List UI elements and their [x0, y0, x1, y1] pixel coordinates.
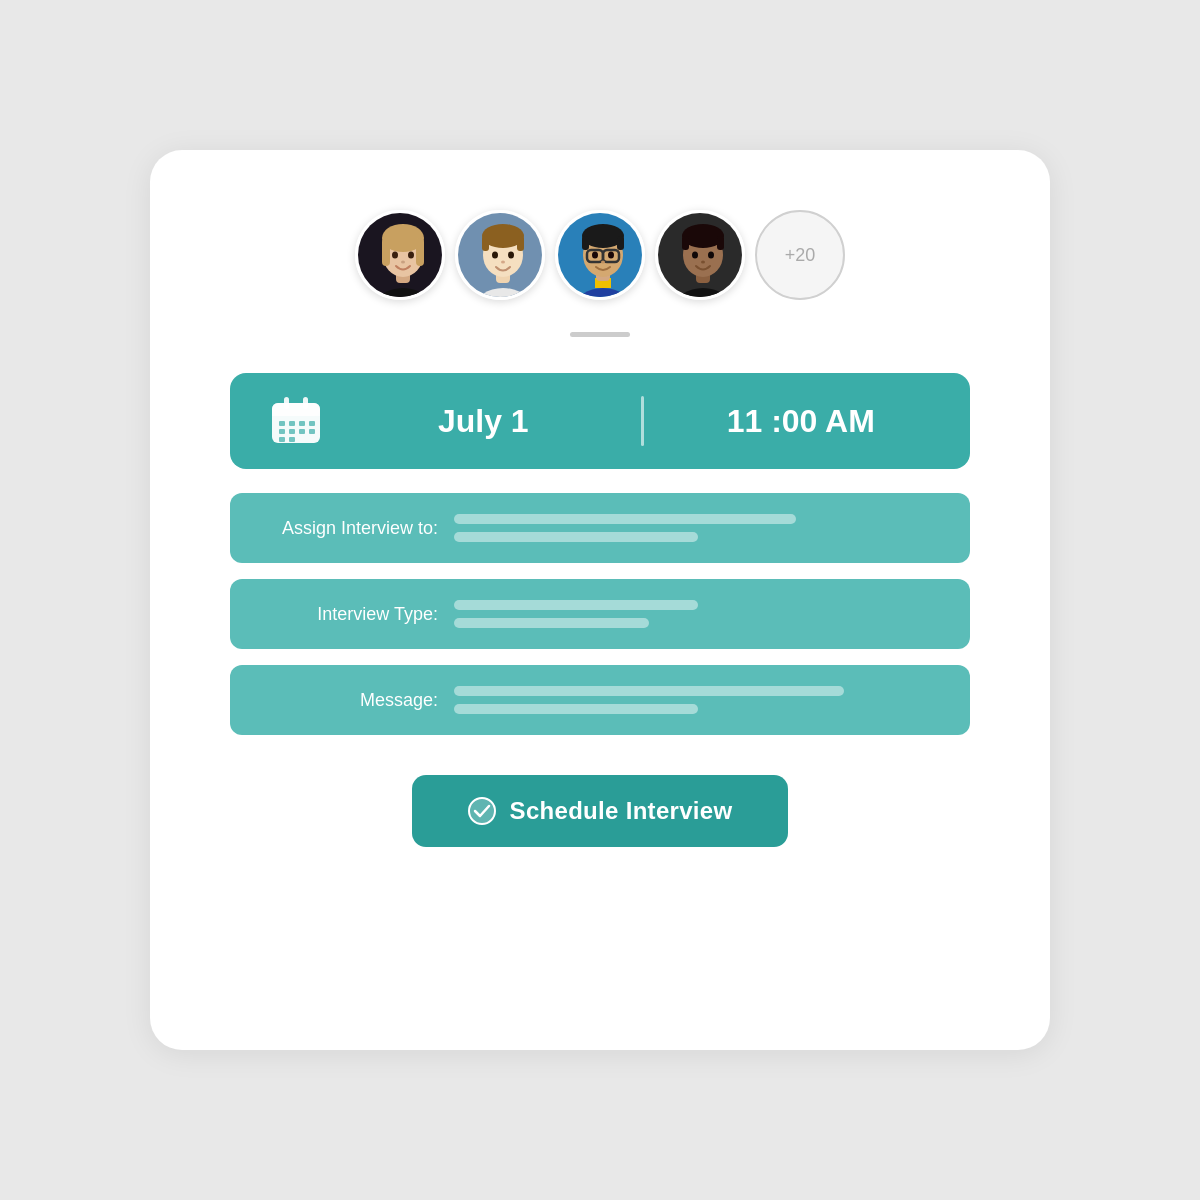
- svg-rect-57: [309, 429, 315, 434]
- svg-rect-15: [482, 236, 489, 251]
- svg-point-18: [508, 252, 514, 259]
- extra-count-badge: +20: [755, 210, 845, 300]
- assign-interview-field[interactable]: Assign Interview to:: [230, 493, 970, 563]
- svg-rect-26: [582, 236, 589, 250]
- avatar-2: [455, 210, 545, 300]
- svg-point-29: [608, 252, 614, 259]
- svg-rect-52: [299, 421, 305, 426]
- svg-rect-53: [309, 421, 315, 426]
- schedule-interview-button[interactable]: Schedule Interview: [412, 775, 789, 847]
- field-line-2: [454, 532, 698, 542]
- schedule-interview-card: +20: [150, 150, 1050, 1050]
- message-value: [454, 686, 942, 714]
- field-line-3: [454, 600, 698, 610]
- svg-point-7: [392, 252, 398, 259]
- assign-interview-value: [454, 514, 942, 542]
- svg-rect-40: [682, 236, 689, 250]
- checkmark-icon: [468, 797, 496, 825]
- calendar-icon: [266, 391, 326, 451]
- svg-rect-51: [289, 421, 295, 426]
- datetime-bar: July 1 11 :00 AM: [230, 373, 970, 469]
- svg-rect-41: [717, 236, 724, 250]
- svg-point-28: [592, 252, 598, 259]
- svg-rect-50: [279, 421, 285, 426]
- svg-rect-47: [272, 410, 320, 416]
- interview-type-label: Interview Type:: [258, 604, 438, 625]
- svg-point-9: [401, 261, 405, 264]
- avatar-row: +20: [355, 210, 845, 300]
- message-field[interactable]: Message:: [230, 665, 970, 735]
- message-label: Message:: [258, 690, 438, 711]
- field-line-6: [454, 704, 698, 714]
- svg-point-44: [701, 261, 705, 264]
- field-line-5: [454, 686, 844, 696]
- interview-time: 11 :00 AM: [668, 403, 935, 440]
- svg-rect-58: [279, 437, 285, 442]
- svg-rect-16: [517, 236, 524, 251]
- svg-point-19: [501, 261, 505, 264]
- svg-rect-56: [299, 429, 305, 434]
- form-fields: Assign Interview to: Interview Type: Mes…: [230, 493, 970, 735]
- interview-date: July 1: [350, 403, 617, 440]
- interview-type-field[interactable]: Interview Type:: [230, 579, 970, 649]
- svg-rect-27: [617, 236, 624, 250]
- svg-rect-6: [416, 238, 424, 266]
- svg-rect-55: [289, 429, 295, 434]
- svg-rect-5: [382, 238, 390, 266]
- avatar-4: [655, 210, 745, 300]
- assign-interview-label: Assign Interview to:: [258, 518, 438, 539]
- svg-rect-54: [279, 429, 285, 434]
- schedule-button-label: Schedule Interview: [510, 797, 733, 825]
- avatar-3: [555, 210, 645, 300]
- field-line-1: [454, 514, 796, 524]
- field-line-4: [454, 618, 649, 628]
- avatar-1: [355, 210, 445, 300]
- svg-rect-48: [284, 397, 289, 409]
- interview-type-value: [454, 600, 942, 628]
- svg-point-17: [492, 252, 498, 259]
- svg-point-60: [469, 798, 495, 824]
- svg-point-43: [708, 252, 714, 259]
- svg-rect-49: [303, 397, 308, 409]
- scroll-indicator: [570, 332, 630, 337]
- svg-point-8: [408, 252, 414, 259]
- datetime-divider: [641, 396, 644, 446]
- svg-rect-59: [289, 437, 295, 442]
- svg-point-42: [692, 252, 698, 259]
- svg-point-34: [601, 261, 605, 264]
